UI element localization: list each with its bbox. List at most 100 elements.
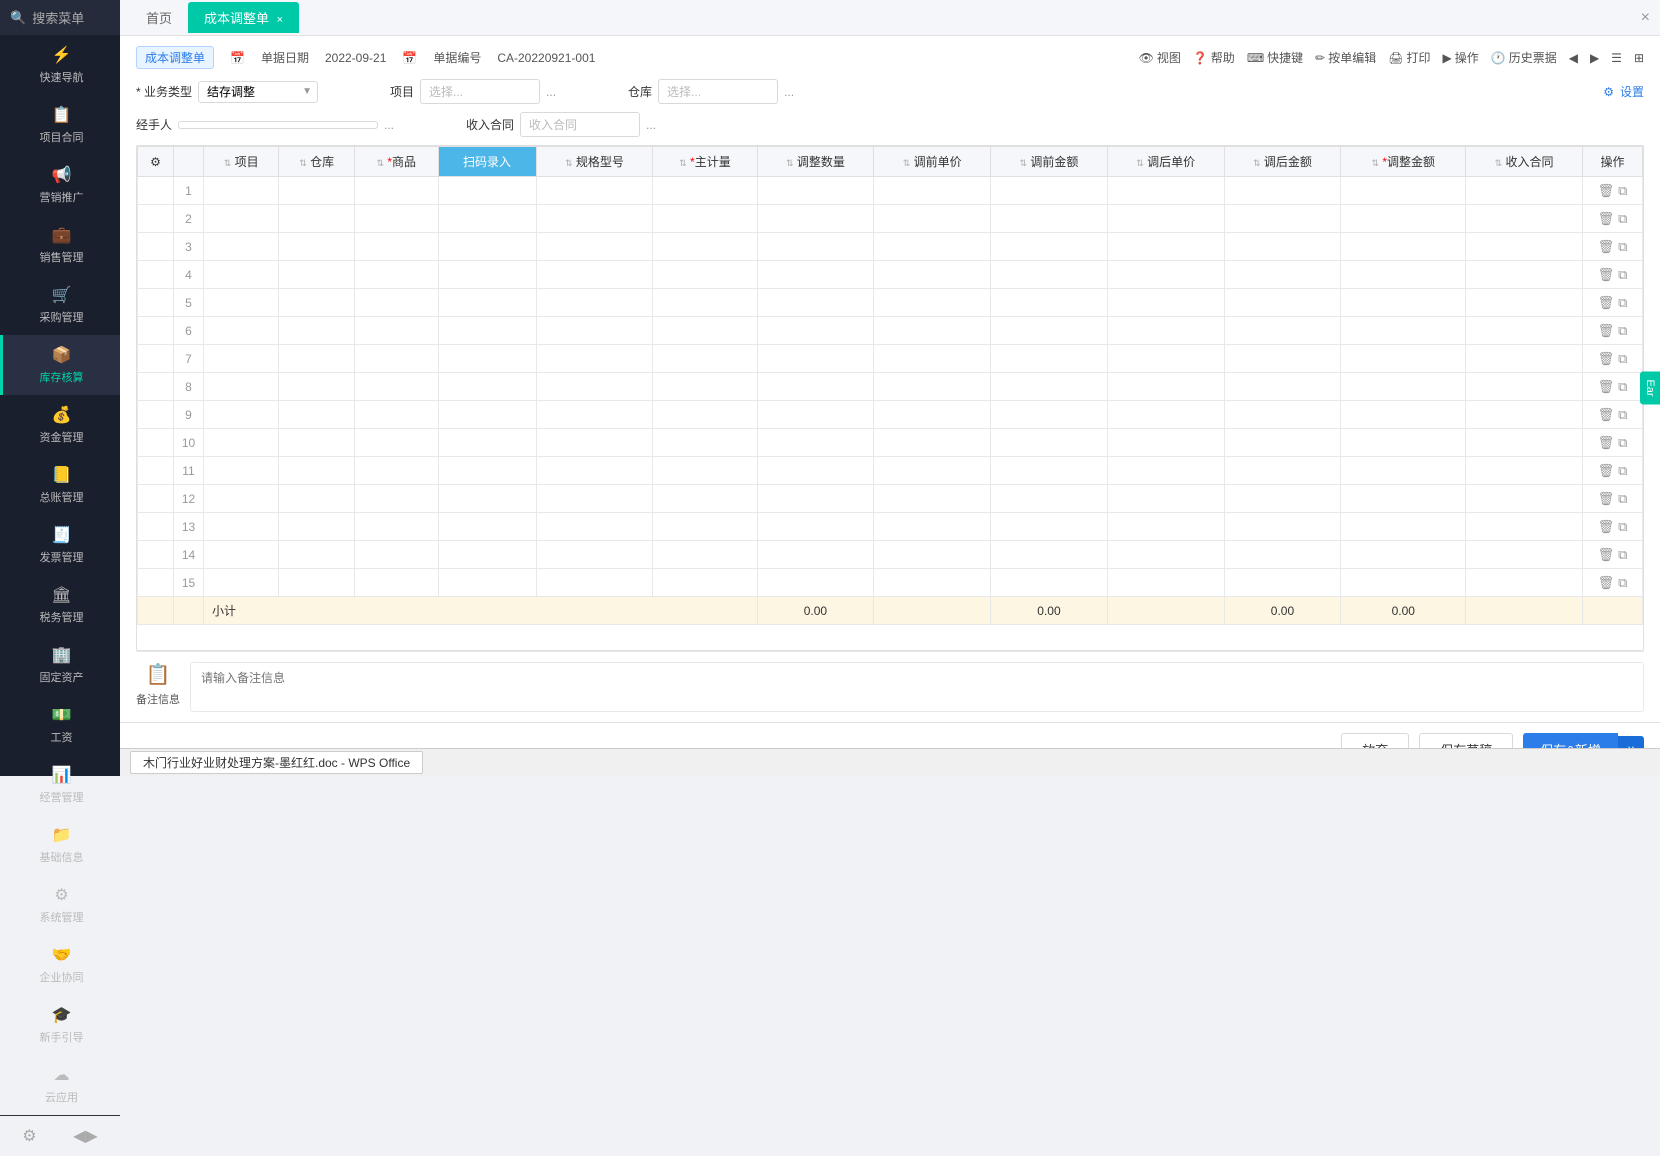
cell-product[interactable] (354, 485, 438, 513)
cell-product[interactable] (354, 429, 438, 457)
cell-before-unit-price[interactable] (874, 261, 991, 289)
delete-row-icon[interactable]: 🗑 (1598, 183, 1615, 199)
taskbar-wps-item[interactable]: 木门行业好业财处理方案-墨红红.doc - WPS Office (130, 751, 423, 774)
tab-close-icon[interactable]: × (277, 14, 283, 26)
cell-unit[interactable] (653, 485, 757, 513)
notes-input[interactable] (190, 662, 1644, 712)
sidebar-item-project-contract[interactable]: 📋项目合同 (0, 95, 120, 155)
cell-spec[interactable] (536, 429, 653, 457)
cell-after-amount[interactable] (1224, 485, 1341, 513)
col-after-amount[interactable]: ⇅ 调后金额 (1224, 147, 1341, 177)
cell-project[interactable] (204, 373, 279, 401)
cell-before-unit-price[interactable] (874, 401, 991, 429)
cell-before-amount[interactable] (991, 457, 1108, 485)
copy-row-icon[interactable]: ⧉ (1618, 379, 1627, 395)
col-spec[interactable]: ⇅ 规格型号 (536, 147, 653, 177)
cell-after-amount[interactable] (1224, 373, 1341, 401)
delete-row-icon[interactable]: 🗑 (1598, 295, 1615, 311)
cell-income-contract[interactable] (1466, 261, 1583, 289)
right-panel-hint[interactable]: Ear (1640, 371, 1660, 404)
cell-unit[interactable] (653, 429, 757, 457)
copy-row-icon[interactable]: ⧉ (1618, 575, 1627, 591)
cell-income-contract[interactable] (1466, 233, 1583, 261)
cell-project[interactable] (204, 289, 279, 317)
collapse-icon[interactable]: ◀▶ (73, 1126, 98, 1146)
cell-warehouse[interactable] (279, 261, 354, 289)
cell-before-unit-price[interactable] (874, 569, 991, 597)
cell-adj-qty[interactable] (757, 177, 874, 205)
sidebar-item-tax[interactable]: 🏛税务管理 (0, 575, 120, 635)
copy-row-icon[interactable]: ⧉ (1618, 407, 1627, 423)
cell-income-contract[interactable] (1466, 513, 1583, 541)
cell-adj-amount[interactable] (1341, 233, 1466, 261)
cell-adj-amount[interactable] (1341, 429, 1466, 457)
cell-adj-qty[interactable] (757, 261, 874, 289)
cell-adj-qty[interactable] (757, 373, 874, 401)
shortcut-btn[interactable]: ⌨ 快捷键 (1247, 49, 1303, 66)
cell-after-unit-price[interactable] (1107, 177, 1224, 205)
cell-scan-input[interactable] (438, 541, 536, 569)
cell-after-amount[interactable] (1224, 513, 1341, 541)
cell-before-amount[interactable] (991, 513, 1108, 541)
nav-prev-btn[interactable]: ◀ (1569, 51, 1578, 65)
handler-input[interactable] (178, 121, 378, 129)
cell-after-unit-price[interactable] (1107, 205, 1224, 233)
cell-scan-input[interactable] (438, 345, 536, 373)
cell-income-contract[interactable] (1466, 345, 1583, 373)
cell-income-contract[interactable] (1466, 569, 1583, 597)
help-btn[interactable]: ❓ 帮助 (1193, 49, 1235, 66)
cell-before-unit-price[interactable] (874, 317, 991, 345)
cell-unit[interactable] (653, 345, 757, 373)
project-input[interactable]: 选择... (420, 79, 540, 104)
cell-after-amount[interactable] (1224, 177, 1341, 205)
operation-btn[interactable]: ▶ 操作 (1442, 49, 1478, 66)
cell-before-unit-price[interactable] (874, 289, 991, 317)
cell-project[interactable] (204, 485, 279, 513)
cell-adj-qty[interactable] (757, 205, 874, 233)
cell-after-amount[interactable] (1224, 317, 1341, 345)
cell-after-unit-price[interactable] (1107, 289, 1224, 317)
cell-scan-input[interactable] (438, 205, 536, 233)
sidebar-item-cooperation[interactable]: 🤝企业协同 (0, 935, 120, 995)
cell-adj-qty[interactable] (757, 569, 874, 597)
cell-spec[interactable] (536, 541, 653, 569)
cell-after-unit-price[interactable] (1107, 317, 1224, 345)
copy-row-icon[interactable]: ⧉ (1618, 519, 1627, 535)
cell-income-contract[interactable] (1466, 205, 1583, 233)
cell-adj-amount[interactable] (1341, 485, 1466, 513)
cell-before-amount[interactable] (991, 485, 1108, 513)
cell-after-unit-price[interactable] (1107, 373, 1224, 401)
cell-scan-input[interactable] (438, 317, 536, 345)
cell-adj-amount[interactable] (1341, 541, 1466, 569)
cell-project[interactable] (204, 345, 279, 373)
table-settings-col[interactable]: ⚙ (138, 147, 174, 177)
cell-spec[interactable] (536, 261, 653, 289)
settings-bottom-icon[interactable]: ⚙ (22, 1126, 36, 1146)
income-contract-dots[interactable]: ... (646, 118, 656, 132)
cell-product[interactable] (354, 289, 438, 317)
cell-after-amount[interactable] (1224, 429, 1341, 457)
grid-view-btn[interactable]: ⊞ (1634, 51, 1644, 65)
cell-warehouse[interactable] (279, 513, 354, 541)
list-view-btn[interactable]: ☰ (1611, 51, 1622, 65)
settings-field[interactable]: ⚙ 设置 (1603, 83, 1644, 100)
col-before-amount[interactable]: ⇅ 调前金额 (991, 147, 1108, 177)
copy-row-icon[interactable]: ⧉ (1618, 295, 1627, 311)
window-close-icon[interactable]: × (1641, 9, 1650, 27)
cell-before-unit-price[interactable] (874, 373, 991, 401)
cell-project[interactable] (204, 317, 279, 345)
cell-spec[interactable] (536, 177, 653, 205)
cell-product[interactable] (354, 261, 438, 289)
cell-product[interactable] (354, 177, 438, 205)
delete-row-icon[interactable]: 🗑 (1598, 407, 1615, 423)
cell-after-amount[interactable] (1224, 541, 1341, 569)
cell-scan-input[interactable] (438, 513, 536, 541)
handler-dots[interactable]: ... (384, 118, 394, 132)
cell-adj-amount[interactable] (1341, 177, 1466, 205)
delete-row-icon[interactable]: 🗑 (1598, 211, 1615, 227)
cell-project[interactable] (204, 429, 279, 457)
cell-unit[interactable] (653, 205, 757, 233)
cell-before-unit-price[interactable] (874, 177, 991, 205)
col-warehouse[interactable]: ⇅ 仓库 (279, 147, 354, 177)
sidebar-item-basic-info[interactable]: 📁基础信息 (0, 815, 120, 875)
